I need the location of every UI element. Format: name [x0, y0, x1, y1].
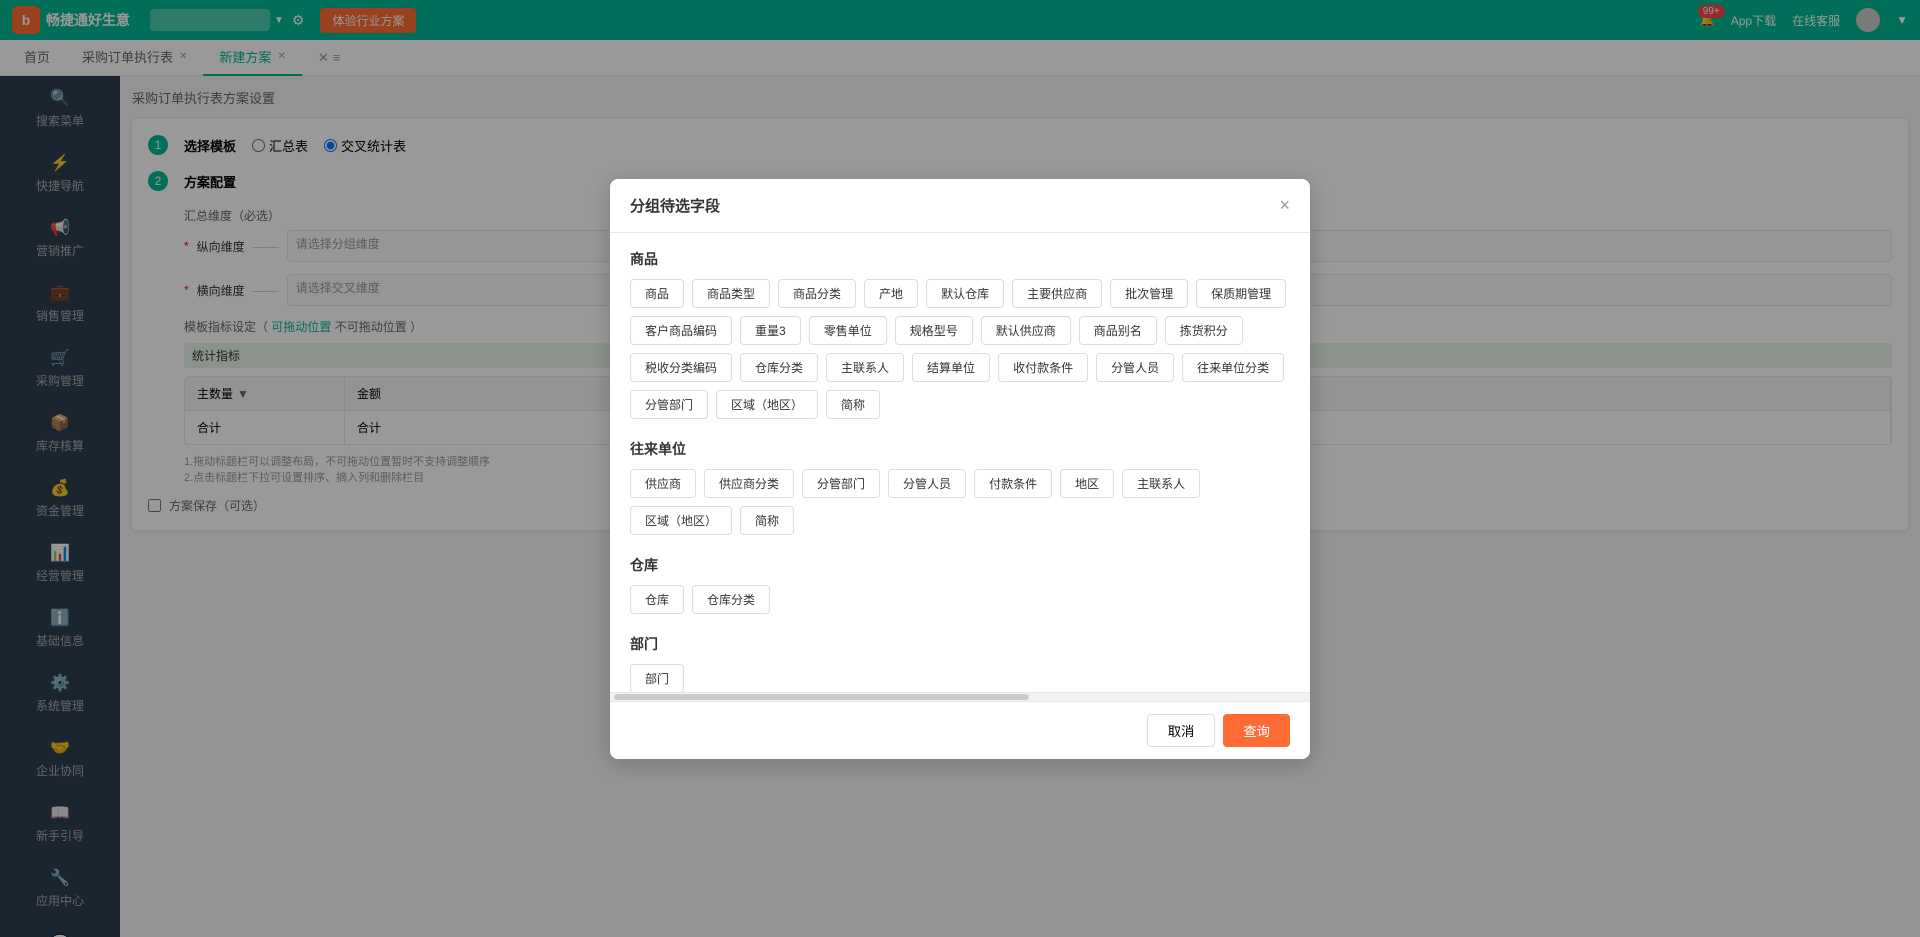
field-group-warehouse: 仓库 仓库 仓库分类: [630, 555, 1290, 614]
field-tag-dept[interactable]: 分管部门: [630, 390, 708, 419]
field-group-goods-title: 商品: [630, 249, 1290, 269]
field-group-counterpart-title: 往来单位: [630, 439, 1290, 459]
modal-header: 分组待选字段 ×: [610, 179, 1310, 233]
field-tag-short-name2[interactable]: 简称: [740, 506, 794, 535]
field-tag-settlement-unit[interactable]: 结算单位: [912, 353, 990, 382]
field-tag-short-name[interactable]: 简称: [826, 390, 880, 419]
field-tag-area[interactable]: 地区: [1060, 469, 1114, 498]
field-tags-goods: 商品 商品类型 商品分类 产地 默认仓库 主要供应商 批次管理 保质期管理 客户…: [630, 279, 1290, 419]
modal-footer: 取消 查询: [610, 701, 1310, 759]
modal-title: 分组待选字段: [630, 195, 720, 216]
field-group-counterpart: 往来单位 供应商 供应商分类 分管部门 分管人员 付款条件 地区 主联系人 区域…: [630, 439, 1290, 535]
field-group-goods: 商品 商品 商品类型 商品分类 产地 默认仓库 主要供应商 批次管理 保质期管理…: [630, 249, 1290, 419]
field-tag-goods-type[interactable]: 商品类型: [692, 279, 770, 308]
modal-overlay: 分组待选字段 × 商品 商品 商品类型 商品分类 产地 默认仓库 主要供应商 批…: [0, 0, 1920, 937]
field-tag-shelf-life[interactable]: 保质期管理: [1196, 279, 1286, 308]
field-tag-origin[interactable]: 产地: [864, 279, 918, 308]
field-tag-tax-code[interactable]: 税收分类编码: [630, 353, 732, 382]
field-tag-goods-category[interactable]: 商品分类: [778, 279, 856, 308]
field-tag-default-supplier[interactable]: 默认供应商: [981, 316, 1071, 345]
field-tags-counterpart: 供应商 供应商分类 分管部门 分管人员 付款条件 地区 主联系人 区域（地区） …: [630, 469, 1290, 535]
field-tag-supplier-category[interactable]: 供应商分类: [704, 469, 794, 498]
modal-hscroll-thumb: [614, 694, 1029, 700]
field-group-department-title: 部门: [630, 634, 1290, 654]
field-tag-warehouse-category[interactable]: 仓库分类: [740, 353, 818, 382]
field-tag-retail-unit[interactable]: 零售单位: [809, 316, 887, 345]
field-tag-main-contact[interactable]: 主联系人: [826, 353, 904, 382]
field-select-modal: 分组待选字段 × 商品 商品 商品类型 商品分类 产地 默认仓库 主要供应商 批…: [610, 179, 1310, 759]
field-tag-default-warehouse[interactable]: 默认仓库: [926, 279, 1004, 308]
field-tag-spec-model[interactable]: 规格型号: [895, 316, 973, 345]
field-tag-main-supplier[interactable]: 主要供应商: [1012, 279, 1102, 308]
field-tag-payment-terms[interactable]: 收付款条件: [998, 353, 1088, 382]
modal-close-button[interactable]: ×: [1279, 195, 1290, 216]
field-tags-department: 部门: [630, 664, 1290, 693]
field-tags-warehouse: 仓库 仓库分类: [630, 585, 1290, 614]
field-tag-customer-code[interactable]: 客户商品编码: [630, 316, 732, 345]
field-tag-pick-points[interactable]: 拣货积分: [1165, 316, 1243, 345]
modal-horizontal-scrollbar[interactable]: [610, 692, 1310, 700]
field-tag-batch[interactable]: 批次管理: [1110, 279, 1188, 308]
field-tag-goods-alias[interactable]: 商品别名: [1079, 316, 1157, 345]
field-tag-goods-item[interactable]: 商品: [630, 279, 684, 308]
field-tag-department[interactable]: 部门: [630, 664, 684, 693]
field-tag-main-contact2[interactable]: 主联系人: [1122, 469, 1200, 498]
field-tag-counterpart-category[interactable]: 往来单位分类: [1182, 353, 1284, 382]
field-tag-warehouse-cat[interactable]: 仓库分类: [692, 585, 770, 614]
modal-confirm-button[interactable]: 查询: [1223, 714, 1290, 747]
field-tag-manager[interactable]: 分管人员: [1096, 353, 1174, 382]
modal-cancel-button[interactable]: 取消: [1147, 714, 1216, 747]
field-tag-region2[interactable]: 区域（地区）: [630, 506, 732, 535]
field-tag-supplier[interactable]: 供应商: [630, 469, 696, 498]
field-tag-payment-condition[interactable]: 付款条件: [974, 469, 1052, 498]
field-tag-weight[interactable]: 重量3: [740, 316, 801, 345]
field-tag-region[interactable]: 区域（地区）: [716, 390, 818, 419]
field-tag-warehouse[interactable]: 仓库: [630, 585, 684, 614]
modal-body: 商品 商品 商品类型 商品分类 产地 默认仓库 主要供应商 批次管理 保质期管理…: [610, 233, 1310, 693]
field-group-warehouse-title: 仓库: [630, 555, 1290, 575]
field-tag-manage-dept[interactable]: 分管部门: [802, 469, 880, 498]
field-group-department: 部门 部门: [630, 634, 1290, 693]
field-tag-manage-person[interactable]: 分管人员: [888, 469, 966, 498]
